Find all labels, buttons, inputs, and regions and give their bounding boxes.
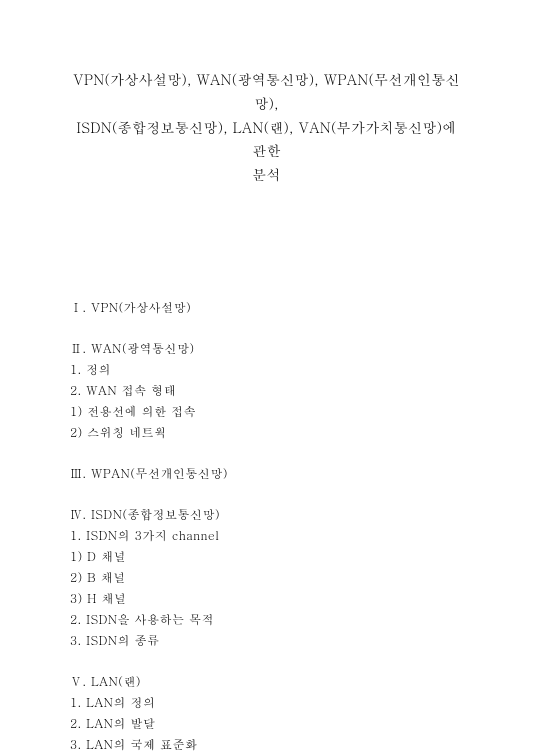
toc-item: 3) H 채널 [70,588,463,609]
toc-item: 2) B 채널 [70,567,463,588]
toc-item: 1. ISDN의 3가지 channel [70,525,463,546]
toc-item: 2) 스위칭 네트웍 [70,422,463,443]
toc-section-lan: Ⅴ. LAN(랜) 1. LAN의 정의 2. LAN의 발달 3. LAN의 … [70,671,463,755]
table-of-contents: Ⅰ. VPN(가상사설망) Ⅱ. WAN(광역통신망) 1. 정의 2. WAN… [70,297,463,755]
toc-item: 2. ISDN을 사용하는 목적 [70,609,463,630]
toc-item: 1. 정의 [70,359,463,380]
toc-item: 1) 전용선에 의한 접속 [70,401,463,422]
toc-heading: Ⅱ. WAN(광역통신망) [70,338,463,359]
toc-heading: Ⅰ. VPN(가상사설망) [70,297,463,318]
document-title: VPN(가상사설망), WAN(광역통신망), WPAN(무선개인통신망), I… [70,68,463,187]
toc-heading: Ⅴ. LAN(랜) [70,671,463,692]
toc-heading: Ⅳ. ISDN(종합정보통신망) [70,504,463,525]
toc-item: 1) D 채널 [70,546,463,567]
toc-item: 2. WAN 접속 형태 [70,380,463,401]
toc-section-isdn: Ⅳ. ISDN(종합정보통신망) 1. ISDN의 3가지 channel 1)… [70,504,463,651]
toc-item: 2. LAN의 발달 [70,713,463,734]
toc-item: 3. LAN의 국제 표준화 [70,734,463,755]
toc-section-wpan: Ⅲ. WPAN(무선개인통신망) [70,463,463,484]
title-line-3: 분석 [70,163,463,187]
toc-section-vpn: Ⅰ. VPN(가상사설망) [70,297,463,318]
toc-item: 1. LAN의 정의 [70,692,463,713]
title-line-1: VPN(가상사설망), WAN(광역통신망), WPAN(무선개인통신망), [70,68,463,116]
title-line-2: ISDN(종합정보통신망), LAN(랜), VAN(부가가치통신망)에 관한 [70,116,463,164]
toc-heading: Ⅲ. WPAN(무선개인통신망) [70,463,463,484]
toc-section-wan: Ⅱ. WAN(광역통신망) 1. 정의 2. WAN 접속 형태 1) 전용선에… [70,338,463,443]
toc-item: 3. ISDN의 종류 [70,630,463,651]
